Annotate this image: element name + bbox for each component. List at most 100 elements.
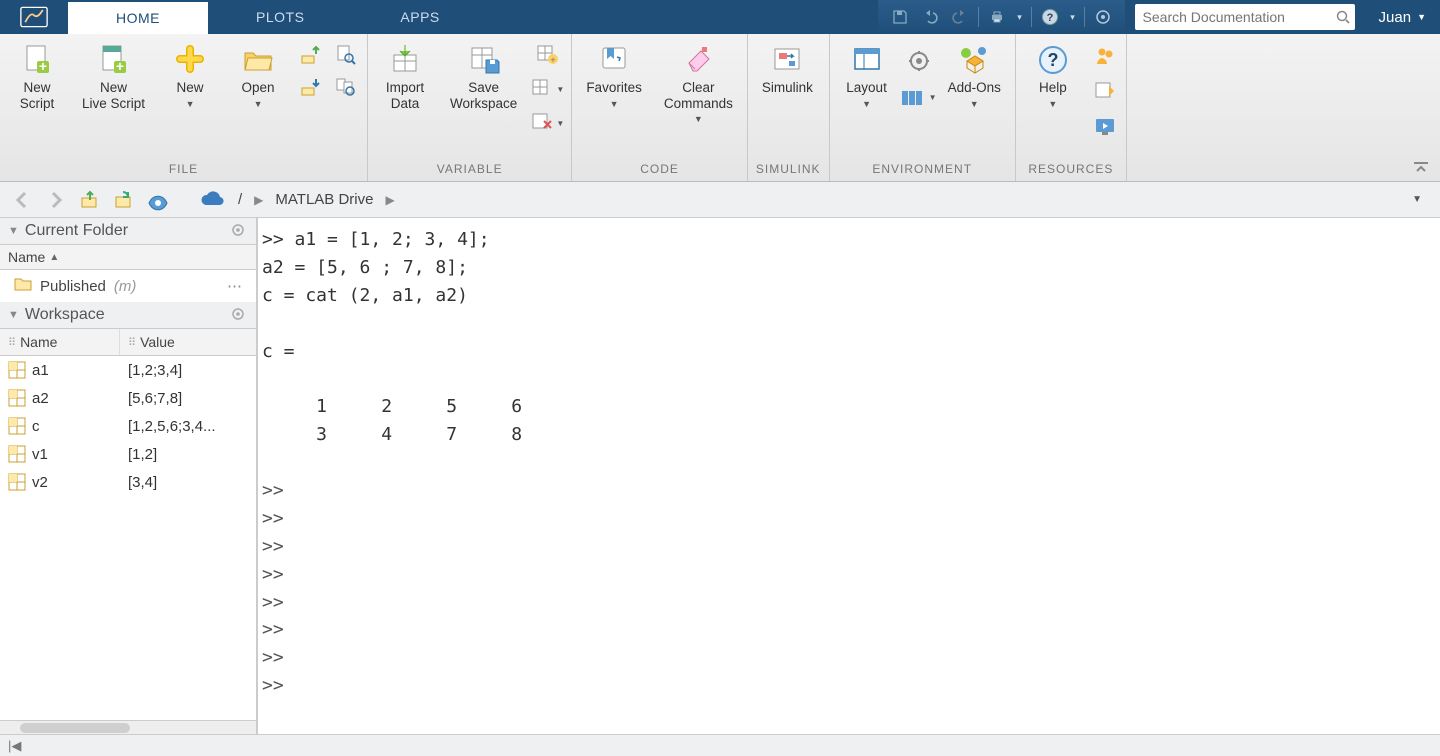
ws-name-column[interactable]: ⠿Name xyxy=(0,329,120,355)
user-menu[interactable]: Juan▼ xyxy=(1365,0,1440,34)
search-box[interactable] xyxy=(1135,4,1355,30)
cmd-prompt: >> xyxy=(262,616,1432,644)
new-live-script-button[interactable]: + New Live Script xyxy=(76,38,151,115)
folder-published[interactable]: Published (m) ⋯ xyxy=(0,270,256,302)
ribbon-group-resources: ? Help▼ RESOURCES xyxy=(1016,34,1127,181)
workspace-var-a2[interactable]: a2[5,6;7,8] xyxy=(0,384,256,412)
new-button[interactable]: New▼ xyxy=(161,38,219,113)
search-input[interactable] xyxy=(1135,9,1332,25)
nav-browse-icon[interactable] xyxy=(144,186,172,214)
print-icon[interactable] xyxy=(985,5,1009,29)
collapse-icon[interactable]: ▼ xyxy=(8,225,19,237)
workspace-columns: ⠿Name ⠿Value xyxy=(0,329,256,356)
cmd-output-header: c = xyxy=(262,338,1432,366)
ribbon: + New Script + New Live Script New▼ Open… xyxy=(0,34,1440,182)
request-support-icon[interactable] xyxy=(1092,78,1118,104)
command-window[interactable]: >> a1 = [1, 2; 3, 4]; a2 = [5, 6 ; 7, 8]… xyxy=(258,218,1440,734)
favorites-button[interactable]: Favorites▼ xyxy=(580,38,648,113)
help-icon[interactable]: ? xyxy=(1038,5,1062,29)
gear-icon[interactable] xyxy=(230,306,248,324)
more-icon[interactable]: ⋯ xyxy=(227,277,242,295)
collapse-icon[interactable]: ▼ xyxy=(8,309,19,321)
simulink-icon xyxy=(769,42,805,78)
cmd-prompt: >> xyxy=(262,561,1432,589)
status-start-icon[interactable]: |◀ xyxy=(8,738,21,754)
workspace-var-a1[interactable]: a1[1,2;3,4] xyxy=(0,356,256,384)
nav-up-icon[interactable] xyxy=(76,186,104,214)
set-path-icon[interactable]: ▼ xyxy=(906,84,932,110)
qat-dropdown[interactable]: ▾ xyxy=(1015,5,1025,29)
search-icon[interactable] xyxy=(1332,9,1355,25)
quick-access-toolbar: ▾ ? ▾ xyxy=(878,0,1125,34)
breadcrumb-sep-icon[interactable]: ▶ xyxy=(385,193,394,207)
undo-icon[interactable] xyxy=(918,5,942,29)
breadcrumb-sep-icon: ▶ xyxy=(254,193,263,207)
cmd-line: a2 = [5, 6 ; 7, 8]; xyxy=(262,254,1432,282)
new-live-script-icon: + xyxy=(96,42,132,78)
horizontal-scrollbar[interactable] xyxy=(0,720,256,734)
ribbon-group-simulink: Simulink SIMULINK xyxy=(748,34,830,181)
workspace-table: a1[1,2;3,4]a2[5,6;7,8]c[1,2,5,6;3,4...v1… xyxy=(0,356,256,720)
tab-plots[interactable]: PLOTS xyxy=(208,0,352,34)
work-area: ▼ Current Folder Name▲ Published (m) ⋯ ▼… xyxy=(0,218,1440,734)
workspace-var-v2[interactable]: v2[3,4] xyxy=(0,468,256,496)
workspace-panel: ▼ Workspace ⠿Name ⠿Value a1[1,2;3,4]a2[5… xyxy=(0,302,256,734)
open-button[interactable]: Open▼ xyxy=(229,38,287,113)
download-icon[interactable] xyxy=(297,74,323,100)
save-workspace-button[interactable]: Save Workspace xyxy=(444,38,523,115)
ribbon-group-environment: Layout▼ ▼ Add-Ons▼ ENVIRONMENT xyxy=(830,34,1016,181)
current-folder-header[interactable]: ▼ Current Folder xyxy=(0,218,256,245)
find-files-icon[interactable] xyxy=(333,42,359,68)
redo-icon[interactable] xyxy=(948,5,972,29)
cloud-icon[interactable] xyxy=(198,186,226,214)
new-plus-icon xyxy=(172,42,208,78)
clear-commands-button[interactable]: Clear Commands▼ xyxy=(658,38,739,128)
path-drive[interactable]: MATLAB Drive xyxy=(269,191,379,208)
compare-icon[interactable] xyxy=(333,74,359,100)
help-button[interactable]: ? Help▼ xyxy=(1024,38,1082,113)
open-variable-icon[interactable]: ▼ xyxy=(533,76,563,102)
tab-home[interactable]: HOME xyxy=(68,0,208,34)
community-icon[interactable] xyxy=(1092,42,1118,68)
title-bar: HOME PLOTS APPS ▾ ? ▾ Juan▼ xyxy=(0,0,1440,34)
import-data-icon xyxy=(387,42,423,78)
cmd-matrix-row: 1 2 5 6 xyxy=(262,393,1432,421)
save-icon[interactable] xyxy=(888,5,912,29)
workspace-header[interactable]: ▼ Workspace xyxy=(0,302,256,329)
addons-button[interactable]: Add-Ons▼ xyxy=(942,38,1007,113)
cmd-line: >> a1 = [1, 2; 3, 4]; xyxy=(262,226,1432,254)
path-dropdown[interactable]: ▼ xyxy=(1402,194,1432,205)
ribbon-group-code: Favorites▼ Clear Commands▼ CODE xyxy=(572,34,748,181)
upload-icon[interactable] xyxy=(297,42,323,68)
nav-forward-icon[interactable] xyxy=(42,186,70,214)
app-logo xyxy=(0,0,68,34)
learn-icon[interactable] xyxy=(1092,114,1118,140)
tab-apps[interactable]: APPS xyxy=(352,0,487,34)
target-icon[interactable] xyxy=(1091,5,1115,29)
preferences-icon[interactable] xyxy=(906,48,932,74)
status-bar: |◀ xyxy=(0,734,1440,756)
import-data-button[interactable]: Import Data xyxy=(376,38,434,115)
collapse-ribbon-icon[interactable] xyxy=(1402,34,1440,181)
gear-icon[interactable] xyxy=(230,222,248,240)
cf-name-column[interactable]: Name▲ xyxy=(0,245,256,270)
layout-button[interactable]: Layout▼ xyxy=(838,38,896,113)
svg-text:+: + xyxy=(39,58,47,74)
nav-back-icon[interactable] xyxy=(8,186,36,214)
new-script-button[interactable]: + New Script xyxy=(8,38,66,115)
folder-icon xyxy=(14,276,32,296)
addons-icon xyxy=(956,42,992,78)
cmd-line: c = cat (2, a1, a2) xyxy=(262,282,1432,310)
path-root[interactable]: / xyxy=(232,191,248,208)
ws-value-column[interactable]: ⠿Value xyxy=(120,329,183,355)
main-tabs: HOME PLOTS APPS xyxy=(68,0,488,34)
help-dropdown[interactable]: ▾ xyxy=(1068,5,1078,29)
simulink-button[interactable]: Simulink xyxy=(756,38,819,100)
nav-reload-icon[interactable] xyxy=(110,186,138,214)
svg-text:?: ? xyxy=(1047,50,1058,70)
cmd-prompt: >> xyxy=(262,672,1432,700)
clear-workspace-icon[interactable]: ▼ xyxy=(533,110,563,136)
workspace-var-v1[interactable]: v1[1,2] xyxy=(0,440,256,468)
new-variable-icon[interactable]: + xyxy=(533,42,563,68)
workspace-var-c[interactable]: c[1,2,5,6;3,4... xyxy=(0,412,256,440)
